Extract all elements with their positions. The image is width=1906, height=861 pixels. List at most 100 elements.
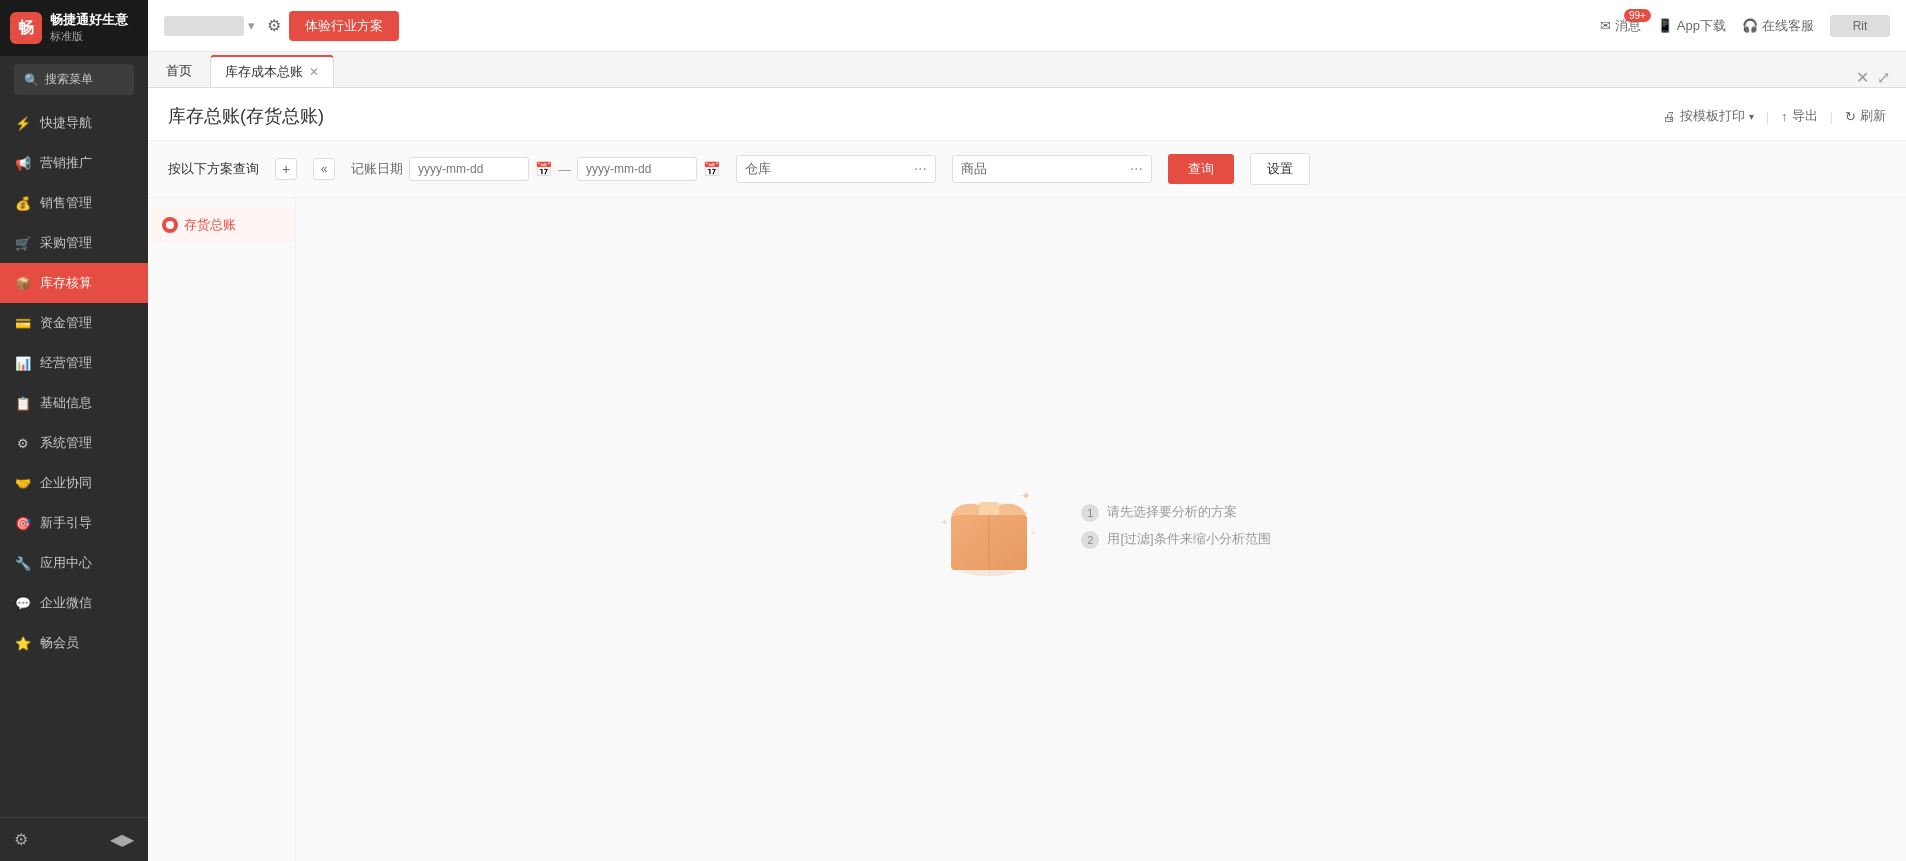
hint-1-num: 1 — [1081, 504, 1099, 522]
app-center-label: 应用中心 — [40, 554, 92, 572]
page-actions: 🖨 按模板打印 ▾ | ↑ 导出 | ↻ 刷新 — [1663, 107, 1886, 125]
marketing-label: 营销推广 — [40, 154, 92, 172]
warehouse-more-icon[interactable]: ··· — [914, 160, 927, 178]
topbar-right: ✉ 消息 99+ 📱 App下载 🎧 在线客服 Rit — [1600, 15, 1890, 37]
scheme-item-label: 存货总账 — [184, 216, 236, 234]
sidebar-item-enterprise[interactable]: 🤝 企业协同 — [0, 463, 148, 503]
sidebar-item-marketing[interactable]: 📢 营销推广 — [0, 143, 148, 183]
product-select[interactable]: 商品 ··· — [952, 155, 1152, 183]
date-start-input[interactable] — [409, 157, 529, 181]
search-label: 搜索菜单 — [45, 71, 93, 88]
purchase-icon: 🛒 — [14, 234, 32, 252]
refresh-btn[interactable]: ↻ 刷新 — [1845, 107, 1886, 125]
print-chevron-icon: ▾ — [1749, 111, 1754, 122]
tutorial-icon: 🎯 — [14, 514, 32, 532]
empty-state: ✦ ✦ ✦ 1 — [931, 470, 1270, 590]
export-btn[interactable]: ↑ 导出 — [1781, 107, 1818, 125]
svg-text:✦: ✦ — [1031, 530, 1036, 536]
calendar-end-icon[interactable]: 📅 — [703, 161, 720, 177]
panel-close-btn[interactable]: ✕ — [1856, 68, 1869, 87]
sidebar-item-purchase[interactable]: 🛒 采购管理 — [0, 223, 148, 263]
query-button[interactable]: 查询 — [1168, 154, 1234, 184]
logo-icon: 畅 — [10, 12, 42, 44]
empty-text: 1 请先选择要分析的方案 2 用[过滤]条件来缩小分析范围 — [1081, 503, 1270, 557]
date-label: 记账日期 — [351, 160, 403, 178]
settings-button[interactable]: 设置 — [1250, 153, 1310, 185]
headset-icon: 🎧 — [1742, 18, 1758, 33]
sidebar-item-app-center[interactable]: 🔧 应用中心 — [0, 543, 148, 583]
filter-collapse-btn[interactable]: « — [313, 158, 335, 180]
sidebar-logo: 畅 畅捷通好生意 标准版 — [0, 0, 148, 56]
scheme-active-icon — [162, 217, 178, 233]
vip-icon: ⭐ — [14, 634, 32, 652]
sidebar-item-inventory[interactable]: 📦 库存核算 — [0, 263, 148, 303]
hint-2-text: 用[过滤]条件来缩小分析范围 — [1107, 530, 1270, 548]
export-label: 导出 — [1792, 107, 1818, 125]
print-btn[interactable]: 🖨 按模板打印 ▾ — [1663, 107, 1754, 125]
footer-speaker-icon[interactable]: ◀▶ — [110, 830, 134, 849]
date-end-input[interactable] — [577, 157, 697, 181]
app-download-btn[interactable]: 📱 App下载 — [1657, 17, 1726, 35]
printer-icon: 🖨 — [1663, 109, 1676, 124]
edition-label: 标准版 — [50, 29, 128, 43]
scheme-icon-inner — [166, 221, 174, 229]
sidebar-item-finance[interactable]: 💳 资金管理 — [0, 303, 148, 343]
chevron-down-icon[interactable]: ▾ — [248, 18, 255, 33]
print-label: 按模板打印 — [1680, 107, 1745, 125]
main-area: ▾ ⚙ 体验行业方案 ✉ 消息 99+ 📱 App下载 🎧 在线客服 Rit — [148, 0, 1906, 861]
warehouse-select[interactable]: 仓库 ··· — [736, 155, 936, 183]
marketing-icon: 📢 — [14, 154, 32, 172]
sidebar-item-sales[interactable]: 💰 销售管理 — [0, 183, 148, 223]
panel-expand-btn[interactable]: ⤢ — [1877, 68, 1890, 87]
search-menu-btn[interactable]: 🔍 搜索菜单 — [14, 64, 134, 95]
calendar-start-icon[interactable]: 📅 — [535, 161, 552, 177]
tab-home-label: 首页 — [166, 62, 192, 80]
wechat-icon: 💬 — [14, 594, 32, 612]
product-more-icon[interactable]: ··· — [1130, 160, 1143, 178]
system-icon: ⚙ — [14, 434, 32, 452]
tab-panel-controls: ✕ ⤢ — [1840, 68, 1906, 87]
filter-section-title: 按以下方案查询 — [168, 160, 259, 178]
sidebar-item-tutorial[interactable]: 🎯 新手引导 — [0, 503, 148, 543]
page-header: 库存总账(存货总账) 🖨 按模板打印 ▾ | ↑ 导出 | ↻ 刷新 — [148, 88, 1906, 141]
scheme-item-inventory[interactable]: 存货总账 — [148, 208, 295, 242]
sidebar-item-system[interactable]: ⚙ 系统管理 — [0, 423, 148, 463]
purchase-label: 采购管理 — [40, 234, 92, 252]
filter-add-btn[interactable]: + — [275, 158, 297, 180]
inventory-label: 库存核算 — [40, 274, 92, 292]
tab-inventory-ledger[interactable]: 库存成本总账 ✕ — [210, 55, 334, 87]
message-btn[interactable]: ✉ 消息 99+ — [1600, 17, 1641, 35]
empty-icon: ✦ ✦ ✦ — [931, 470, 1051, 590]
content-body: 存货总账 — [148, 198, 1906, 861]
management-icon: 📊 — [14, 354, 32, 372]
trial-industry-btn[interactable]: 体验行业方案 — [289, 11, 399, 41]
refresh-icon: ↻ — [1845, 109, 1856, 124]
action-divider-2: | — [1830, 109, 1833, 124]
sidebar-item-quick-nav[interactable]: ⚡ 快捷导航 — [0, 103, 148, 143]
hint-1-text: 请先选择要分析的方案 — [1107, 503, 1237, 521]
vip-label: 畅会员 — [40, 634, 79, 652]
tab-close-icon[interactable]: ✕ — [309, 65, 319, 79]
empty-hint-2: 2 用[过滤]条件来缩小分析范围 — [1081, 530, 1270, 549]
footer-settings-icon[interactable]: ⚙ — [14, 830, 28, 849]
sidebar-item-wechat[interactable]: 💬 企业微信 — [0, 583, 148, 623]
user-name-display — [164, 16, 244, 36]
online-service-btn[interactable]: 🎧 在线客服 — [1742, 17, 1814, 35]
date-dash: — — [558, 162, 571, 177]
sidebar-footer: ⚙ ◀▶ — [0, 817, 148, 861]
sidebar-item-management[interactable]: 📊 经营管理 — [0, 343, 148, 383]
basic-info-label: 基础信息 — [40, 394, 92, 412]
warehouse-label: 仓库 — [745, 160, 771, 178]
sidebar: 畅 畅捷通好生意 标准版 🔍 搜索菜单 ⚡ 快捷导航 📢 营销推广 💰 销售管理… — [0, 0, 148, 861]
sidebar-item-vip[interactable]: ⭐ 畅会员 — [0, 623, 148, 663]
sidebar-nav: 🔍 搜索菜单 ⚡ 快捷导航 📢 营销推广 💰 销售管理 🛒 采购管理 📦 库存核… — [0, 56, 148, 817]
sidebar-item-basic-info[interactable]: 📋 基础信息 — [0, 383, 148, 423]
user-avatar[interactable]: Rit — [1830, 15, 1890, 37]
system-label: 系统管理 — [40, 434, 92, 452]
tab-home[interactable]: 首页 — [152, 55, 206, 87]
management-label: 经营管理 — [40, 354, 92, 372]
logo-text: 畅捷通好生意 标准版 — [50, 12, 128, 43]
topbar-settings-icon[interactable]: ⚙ — [267, 16, 281, 35]
sidebar-search-section: 🔍 搜索菜单 — [0, 56, 148, 103]
action-divider: | — [1766, 109, 1769, 124]
